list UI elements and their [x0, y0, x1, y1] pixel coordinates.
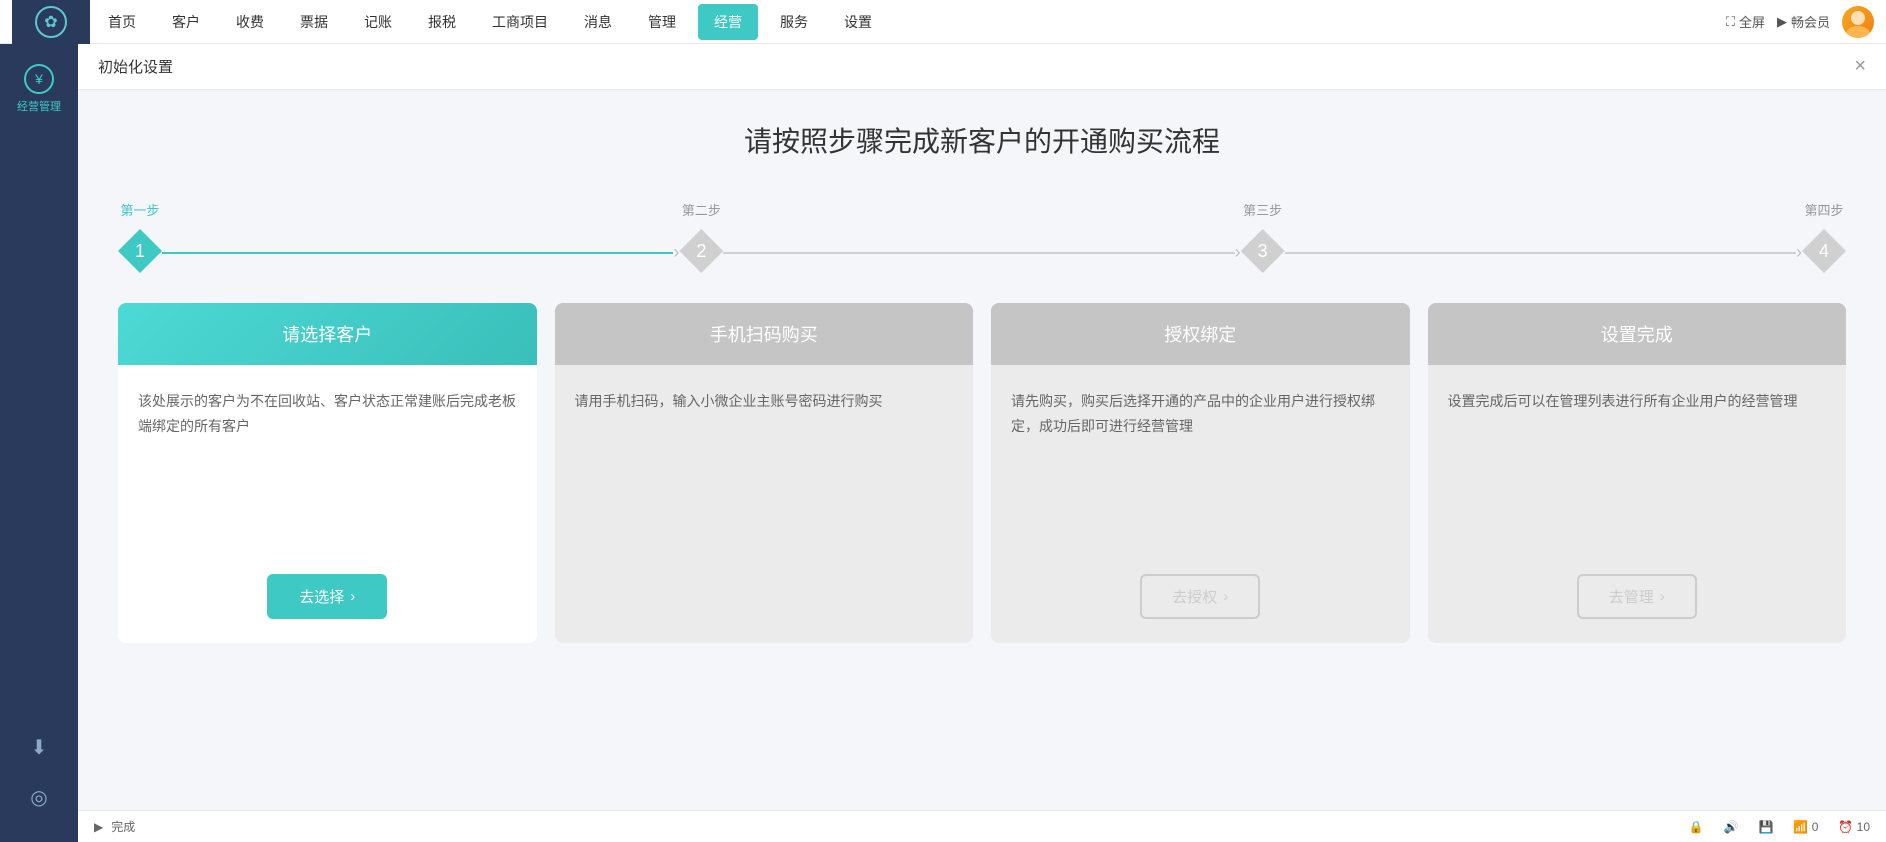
step-3: 第三步 3: [1241, 200, 1285, 273]
authorize-button[interactable]: 去授权 ›: [1140, 574, 1260, 619]
step-3-label: 第三步: [1243, 200, 1282, 219]
top-navigation: ✿ 首页 客户 收费 票据 记账 报税 工商项目 消息 管理 经营 服务 设置 …: [0, 0, 1886, 44]
page-header: 初始化设置 ×: [78, 44, 1886, 90]
select-customer-button[interactable]: 去选择 ›: [267, 574, 387, 619]
page-title: 初始化设置: [98, 56, 173, 77]
cards-row: 请选择客户 该处展示的客户为不在回收站、客户状态正常建账后完成老板端绑定的所有客…: [118, 303, 1846, 643]
step-1-circle: 1: [118, 229, 162, 273]
status-label: 完成: [111, 818, 135, 835]
close-button[interactable]: ×: [1854, 55, 1866, 78]
card-4-footer: 去管理 ›: [1428, 558, 1847, 643]
sidebar: ¥ 经营管理 ⬇ ◎: [0, 44, 78, 842]
nav-tax[interactable]: 报税: [410, 0, 474, 44]
nav-customer[interactable]: 客户: [154, 0, 218, 44]
status-bar-right: 🔒 🔊 💾 📶 0 ⏰ 10: [1689, 820, 1870, 834]
step-4: 第四步 4: [1802, 200, 1846, 273]
step-3-circle: 3: [1241, 229, 1285, 273]
card-1-body: 该处展示的客户为不在回收站、客户状态正常建账后完成老板端绑定的所有客户: [118, 365, 537, 558]
card-4-header: 设置完成: [1428, 303, 1847, 365]
card-auth-bind: 授权绑定 请先购买，购买后选择开通的产品中的企业用户进行授权绑定，成功后即可进行…: [991, 303, 1410, 643]
connector-2-3: ›: [723, 242, 1240, 263]
card-select-customer: 请选择客户 该处展示的客户为不在回收站、客户状态正常建账后完成老板端绑定的所有客…: [118, 303, 537, 643]
support-icon: ◎: [30, 785, 47, 810]
operation-icon: ¥: [24, 64, 54, 94]
avatar-image: [1842, 6, 1874, 38]
nav-business[interactable]: 工商项目: [474, 0, 566, 44]
fullscreen-icon: ⛶: [1726, 14, 1735, 30]
step-1-label: 第一步: [120, 200, 159, 219]
vip-button[interactable]: ▶ 畅会员: [1777, 12, 1830, 31]
card-setup-complete: 设置完成 设置完成后可以在管理列表进行所有企业用户的经营管理 去管理 ›: [1428, 303, 1847, 643]
step-2-circle: 2: [679, 229, 723, 273]
card-2-footer: [555, 603, 974, 643]
app-logo: ✿: [12, 0, 90, 44]
main-content: 初始化设置 × 请按照步骤完成新客户的开通购买流程 第一步 1 ›: [78, 44, 1886, 842]
nav-right: ⛶ 全屏 ▶ 畅会员: [1726, 6, 1874, 38]
nav-service[interactable]: 服务: [762, 0, 826, 44]
sidebar-support[interactable]: ◎: [0, 772, 78, 822]
step-1: 第一步 1: [118, 200, 162, 273]
connector-1-2: ›: [162, 242, 679, 263]
card-4-body: 设置完成后可以在管理列表进行所有企业用户的经营管理: [1428, 365, 1847, 558]
card-2-header: 手机扫码购买: [555, 303, 974, 365]
card-1-footer: 去选择 ›: [118, 558, 537, 643]
connector-3-4: ›: [1285, 242, 1802, 263]
nav-operation[interactable]: 经营: [698, 4, 758, 40]
steps-container: 第一步 1 › 第二步 2: [118, 200, 1846, 273]
network-status: 📶 0: [1793, 820, 1818, 834]
manage-arrow-icon: ›: [1660, 588, 1665, 605]
card-2-body: 请用手机扫码，输入小微企业主账号密码进行购买: [555, 365, 974, 603]
nav-message[interactable]: 消息: [566, 0, 630, 44]
sidebar-item-operation[interactable]: ¥ 经营管理: [0, 54, 78, 124]
card-scan-purchase: 手机扫码购买 请用手机扫码，输入小微企业主账号密码进行购买: [555, 303, 974, 643]
nav-home[interactable]: 首页: [90, 0, 154, 44]
play-status-icon: ▶: [94, 820, 103, 834]
step-4-label: 第四步: [1804, 200, 1843, 219]
save-icon: 💾: [1758, 820, 1773, 834]
logo-icon: ✿: [35, 6, 67, 38]
manage-button[interactable]: 去管理 ›: [1577, 574, 1697, 619]
setup-area: 请按照步骤完成新客户的开通购买流程 第一步 1 › 第二步: [78, 90, 1886, 810]
card-1-header: 请选择客户: [118, 303, 537, 365]
step-4-circle: 4: [1802, 229, 1846, 273]
security-icon: 🔒: [1689, 820, 1704, 834]
status-bar: ▶ 完成 🔒 🔊 💾 📶 0 ⏰ 10: [78, 810, 1886, 842]
line-2: [723, 252, 1234, 254]
nav-invoice[interactable]: 票据: [282, 0, 346, 44]
fullscreen-button[interactable]: ⛶ 全屏: [1726, 12, 1765, 31]
step-2-label: 第二步: [682, 200, 721, 219]
nav-accounting[interactable]: 记账: [346, 0, 410, 44]
step-2: 第二步 2: [679, 200, 723, 273]
sidebar-item-label: 经营管理: [17, 98, 61, 114]
nav-items: 首页 客户 收费 票据 记账 报税 工商项目 消息 管理 经营 服务 设置: [90, 0, 1726, 44]
play-icon: ▶: [1777, 14, 1787, 30]
main-layout: ¥ 经营管理 ⬇ ◎ 初始化设置 × 请按照步骤完成新客户的开通购买流程 第一步: [0, 44, 1886, 842]
time-display: ⏰ 10: [1838, 820, 1870, 834]
line-1: [162, 252, 673, 254]
volume-icon: 🔊: [1724, 820, 1739, 834]
sidebar-download[interactable]: ⬇: [0, 722, 78, 772]
sidebar-bottom: ⬇ ◎: [0, 722, 78, 842]
select-arrow-icon: ›: [350, 588, 355, 605]
nav-manage[interactable]: 管理: [630, 0, 694, 44]
user-avatar[interactable]: [1842, 6, 1874, 38]
authorize-arrow-icon: ›: [1223, 588, 1228, 605]
card-3-footer: 去授权 ›: [991, 558, 1410, 643]
download-icon: ⬇: [31, 735, 48, 760]
line-3: [1285, 252, 1796, 254]
nav-settings[interactable]: 设置: [826, 0, 890, 44]
nav-fee[interactable]: 收费: [218, 0, 282, 44]
setup-heading: 请按照步骤完成新客户的开通购买流程: [118, 120, 1846, 160]
card-3-header: 授权绑定: [991, 303, 1410, 365]
card-3-body: 请先购买，购买后选择开通的产品中的企业用户进行授权绑定，成功后即可进行经营管理: [991, 365, 1410, 558]
